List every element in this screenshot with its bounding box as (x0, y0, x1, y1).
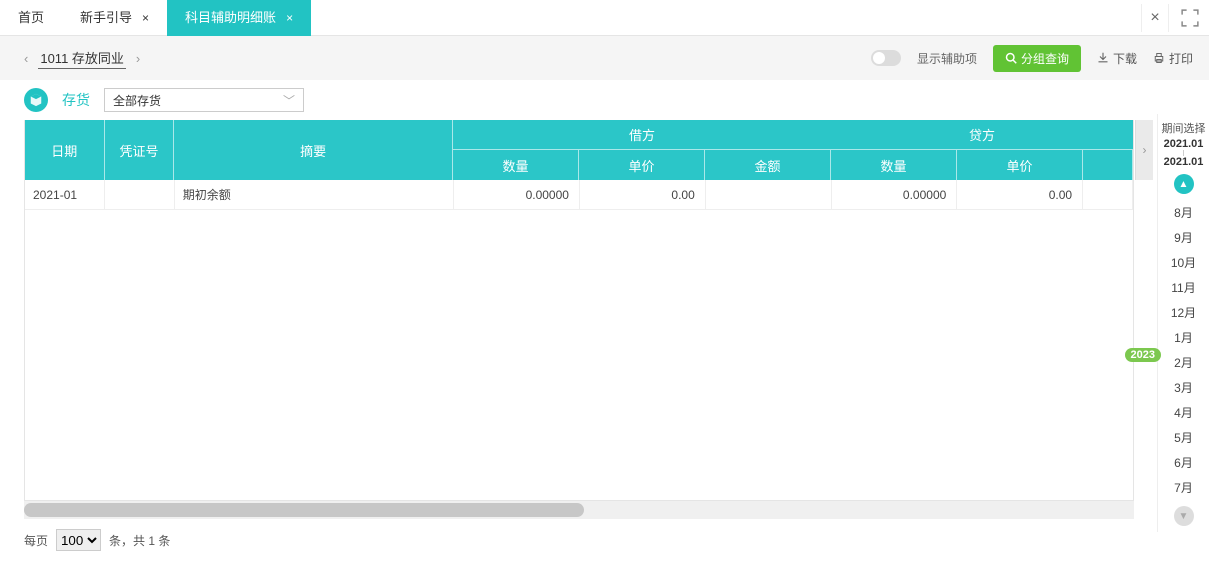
table-header: 日期 凭证号 摘要 借方 数量 单价 金额 贷方 数量 单价 (25, 120, 1133, 180)
col-credit-price: 单价 (957, 150, 1083, 180)
tab-guide-label: 新手引导 (80, 0, 132, 36)
next-subject-button[interactable]: › (136, 51, 140, 66)
subject-breadcrumb: ‹ 1011 存放同业 › (24, 48, 140, 69)
cell-credit-more (1083, 180, 1133, 209)
horizontal-scrollbar[interactable] (24, 501, 1134, 519)
period-month-item[interactable]: 2月 (1171, 350, 1196, 375)
period-scroll-up[interactable]: ▲ (1174, 174, 1194, 194)
col-debit-qty: 数量 (453, 150, 579, 180)
print-button[interactable]: 打印 (1153, 50, 1193, 67)
period-month-item[interactable]: 8月 (1171, 200, 1196, 225)
close-pane-button[interactable]: × (1141, 4, 1169, 32)
cell-credit-qty: 0.00000 (832, 180, 958, 209)
top-controls: ‹ 1011 存放同业 › 显示辅助项 分组查询 下载 打印 (0, 36, 1209, 80)
tab-ledger-label: 科目辅助明细账 (185, 0, 276, 36)
subject-link[interactable]: 1011 存放同业 (38, 48, 126, 69)
tab-ledger[interactable]: 科目辅助明细账 × (167, 0, 311, 36)
tab-home-label: 首页 (18, 0, 44, 36)
pager-total: 条，共 1 条 (109, 532, 170, 549)
show-aux-label: 显示辅助项 (917, 50, 977, 67)
cell-credit-price: 0.00 (957, 180, 1083, 209)
period-month-item[interactable]: 4月 (1171, 400, 1196, 425)
cell-voucher (105, 180, 175, 209)
col-voucher: 凭证号 (105, 120, 175, 180)
col-debit-price: 单价 (579, 150, 705, 180)
period-from[interactable]: 2021.01 (1164, 138, 1204, 150)
period-month-item[interactable]: 6月 (1171, 450, 1196, 475)
inventory-icon (24, 88, 48, 112)
period-month-item[interactable]: 11月 (1171, 275, 1196, 300)
show-aux-toggle[interactable] (871, 50, 901, 66)
prev-subject-button[interactable]: ‹ (24, 51, 28, 66)
search-icon (1005, 52, 1017, 64)
group-query-button[interactable]: 分组查询 (993, 45, 1081, 72)
pagination: 每页 100 条，共 1 条 (0, 519, 1209, 561)
download-icon (1097, 52, 1109, 64)
cell-debit-price: 0.00 (580, 180, 706, 209)
period-title: 期间选择 (1162, 118, 1206, 138)
cell-summary: 期初余额 (175, 180, 454, 209)
cell-debit-qty: 0.00000 (454, 180, 580, 209)
chevron-down-icon: ﹀ (283, 92, 295, 109)
fullscreen-icon[interactable] (1181, 9, 1199, 27)
close-icon[interactable]: × (286, 0, 293, 36)
tab-home[interactable]: 首页 (0, 0, 62, 36)
col-debit-group: 借方 数量 单价 金额 (453, 120, 831, 180)
period-month-item[interactable]: 1月 (1171, 325, 1196, 350)
filter-bar: 存货 全部存货 ﹀ (0, 80, 1209, 120)
col-date: 日期 (25, 120, 105, 180)
period-month-item[interactable]: 9月 (1171, 225, 1196, 250)
col-credit: 贷方 (831, 120, 1133, 150)
table-body: 2021-01 期初余额 0.00000 0.00 0.00000 0.00 (25, 180, 1133, 500)
filter-label: 存货 (62, 90, 90, 110)
period-scroll-down[interactable]: ▼ (1174, 506, 1194, 526)
col-credit-more (1083, 150, 1133, 180)
period-month-item[interactable]: 12月 (1171, 300, 1196, 325)
period-month-item[interactable]: 3月 (1171, 375, 1196, 400)
scroll-right-button[interactable]: › (1135, 120, 1153, 180)
col-credit-qty: 数量 (831, 150, 957, 180)
group-query-label: 分组查询 (1021, 50, 1069, 67)
tab-bar: 首页 新手引导 × 科目辅助明细账 × × (0, 0, 1209, 36)
table-row: 2021-01 期初余额 0.00000 0.00 0.00000 0.00 (25, 180, 1133, 210)
year-badge: 2023 (1125, 348, 1161, 362)
per-page-label: 每页 (24, 532, 48, 549)
period-to[interactable]: 2021.01 (1164, 156, 1204, 168)
col-credit-group: 贷方 数量 单价 (831, 120, 1133, 180)
print-icon (1153, 52, 1165, 64)
col-debit-amount: 金额 (705, 150, 831, 180)
print-label: 打印 (1169, 50, 1193, 67)
download-button[interactable]: 下载 (1097, 50, 1137, 67)
period-panel: 期间选择 2021.01 2021.01 ▲ 8月9月10月11月12月1月2月… (1157, 114, 1209, 532)
cell-date: 2021-01 (25, 180, 105, 209)
inventory-select-value: 全部存货 (113, 92, 161, 109)
per-page-select[interactable]: 100 (56, 529, 101, 551)
scrollbar-thumb[interactable] (24, 503, 584, 517)
period-month-item[interactable]: 5月 (1171, 425, 1196, 450)
col-debit: 借方 (453, 120, 831, 150)
ledger-table: › 日期 凭证号 摘要 借方 数量 单价 金额 贷方 数量 单价 (24, 120, 1134, 501)
inventory-select[interactable]: 全部存货 ﹀ (104, 88, 304, 112)
cell-debit-amount (706, 180, 832, 209)
period-month-item[interactable]: 10月 (1171, 250, 1196, 275)
download-label: 下载 (1113, 50, 1137, 67)
col-summary: 摘要 (174, 120, 453, 180)
period-month-item[interactable]: 7月 (1171, 475, 1196, 500)
tab-guide[interactable]: 新手引导 × (62, 0, 167, 36)
close-icon[interactable]: × (142, 0, 149, 36)
